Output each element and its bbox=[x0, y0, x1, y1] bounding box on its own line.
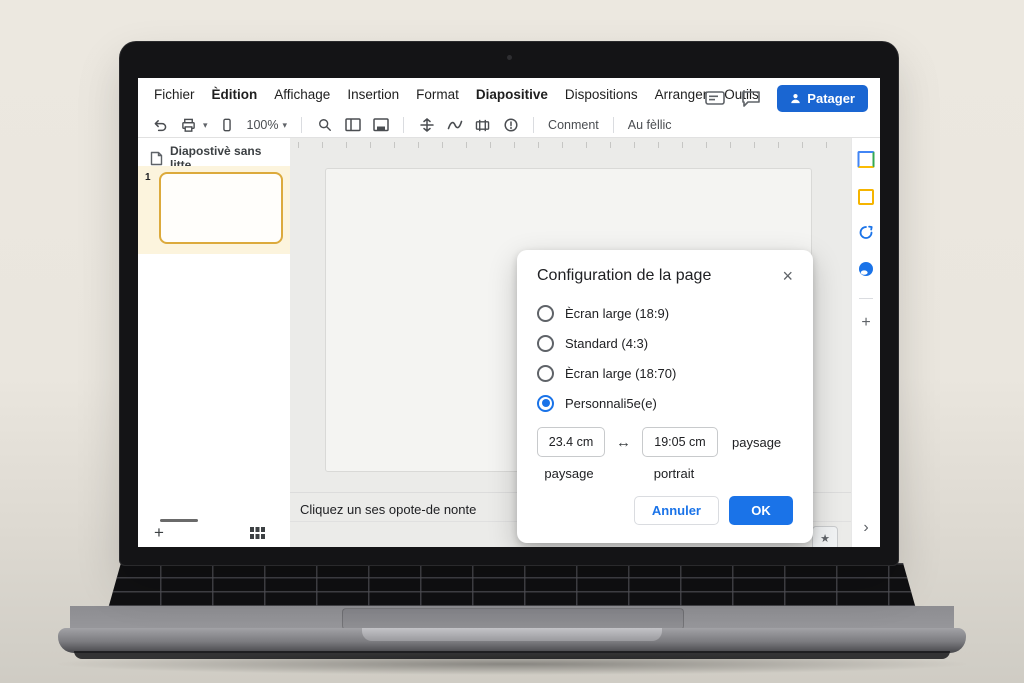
zoom-select[interactable]: 100% ▾ bbox=[247, 118, 288, 132]
filmstrip-sidebar: Diapostivè sans litte 1 + bbox=[138, 138, 291, 547]
menu-bar: Fichier Èdition Affichage Insertion Form… bbox=[154, 87, 759, 102]
cancel-button[interactable]: Annuler bbox=[634, 496, 719, 525]
print-dropdown-caret[interactable]: ▾ bbox=[203, 120, 208, 131]
toolbar: ▾ 100% ▾ bbox=[152, 114, 672, 136]
scene: Fichier Èdition Affichage Insertion Form… bbox=[0, 0, 1024, 683]
document-icon bbox=[150, 151, 163, 166]
radio-option-custom[interactable]: Personnali5e(e) bbox=[537, 388, 793, 418]
width-input[interactable] bbox=[537, 427, 605, 457]
comment-history-icon[interactable] bbox=[705, 91, 725, 107]
present-screen-icon[interactable] bbox=[372, 117, 389, 134]
contacts-icon[interactable] bbox=[859, 262, 873, 276]
clock-icon[interactable] bbox=[502, 117, 519, 134]
radio-icon-selected bbox=[537, 395, 554, 412]
laptop-keyboard bbox=[108, 563, 916, 609]
radio-icon bbox=[537, 305, 554, 322]
menu-affichage[interactable]: Affichage bbox=[274, 87, 330, 102]
keep-icon[interactable] bbox=[858, 189, 874, 205]
slide-thumbnail-row[interactable]: 1 bbox=[138, 166, 290, 254]
comment-mode-label[interactable]: Conment bbox=[548, 118, 599, 132]
get-addons-button[interactable]: + bbox=[861, 314, 870, 332]
editor-canvas-area: A4:21 × 29.7 cm US Letter 8,5 × 11 po A4… bbox=[290, 138, 852, 547]
radio-option-standard-43[interactable]: Standard (4:3) bbox=[537, 328, 793, 358]
toolbar-separator bbox=[403, 117, 404, 133]
laptop-trackpad bbox=[342, 608, 684, 630]
close-icon[interactable]: × bbox=[782, 267, 793, 285]
rail-divider bbox=[859, 298, 873, 299]
page-setup-dialog: Configuration de la page × Ècran large (… bbox=[517, 250, 813, 543]
header-actions: Patager bbox=[705, 85, 868, 112]
aspect-options: Ècran large (18:9) Standard (4:3) Ècran … bbox=[537, 298, 793, 418]
toolbar-separator bbox=[301, 117, 302, 133]
star-icon: ★ bbox=[820, 532, 830, 545]
new-slide-button[interactable]: + bbox=[154, 523, 164, 543]
undo-icon[interactable] bbox=[152, 117, 169, 134]
chevron-right-icon[interactable]: › bbox=[863, 519, 868, 537]
laptop-front-lip bbox=[58, 628, 966, 653]
width-height-arrow-icon: ↔ bbox=[616, 434, 631, 451]
slides-app-window: Fichier Èdition Affichage Insertion Form… bbox=[138, 78, 880, 547]
explore-button[interactable]: ★ bbox=[812, 526, 838, 547]
toolbar-separator bbox=[613, 117, 614, 133]
laptop-shadow bbox=[50, 653, 974, 675]
menu-insertion[interactable]: Insertion bbox=[347, 87, 399, 102]
menu-format[interactable]: Format bbox=[416, 87, 459, 102]
custom-dimensions-row: ↔ paysage bbox=[537, 427, 793, 457]
menu-edition[interactable]: Èdition bbox=[212, 87, 258, 102]
toolbar-separator bbox=[533, 117, 534, 133]
radio-option-widescreen-189[interactable]: Ècran large (18:9) bbox=[537, 298, 793, 328]
share-button[interactable]: Patager bbox=[777, 85, 868, 112]
person-icon bbox=[790, 93, 801, 104]
menu-diapositive[interactable]: Diapositive bbox=[476, 87, 548, 102]
dimension-captions: paysage portrait bbox=[537, 466, 793, 481]
zoom-caret: ▾ bbox=[283, 120, 288, 131]
zoom-value: 100% bbox=[247, 118, 279, 132]
print-icon[interactable] bbox=[180, 117, 197, 134]
share-button-label: Patager bbox=[807, 91, 855, 106]
height-caption: portrait bbox=[638, 466, 710, 481]
status-label: Au fèllic bbox=[628, 118, 672, 132]
menu-dispositions[interactable]: Dispositions bbox=[565, 87, 638, 102]
layout-panel-icon[interactable] bbox=[344, 117, 361, 134]
speaker-notes-placeholder[interactable]: Cliquez un ses opote-de nonte bbox=[300, 502, 476, 517]
laptop-notch bbox=[362, 628, 662, 641]
webcam-dot bbox=[507, 55, 512, 60]
calendar-icon[interactable] bbox=[858, 151, 875, 168]
orientation-label: paysage bbox=[732, 435, 781, 450]
dialog-title: Configuration de la page bbox=[537, 267, 711, 285]
ok-button[interactable]: OK bbox=[729, 496, 793, 525]
radio-icon bbox=[537, 335, 554, 352]
horizontal-ruler bbox=[298, 142, 844, 148]
height-input[interactable] bbox=[642, 427, 718, 457]
grid-view-icon[interactable] bbox=[250, 527, 265, 539]
radio-icon bbox=[537, 365, 554, 382]
width-caption: paysage bbox=[537, 466, 601, 481]
menu-arranger[interactable]: Arranger bbox=[655, 87, 708, 102]
slide-thumbnail[interactable] bbox=[159, 172, 283, 244]
slide-number: 1 bbox=[145, 172, 151, 183]
comment-bubble-icon[interactable] bbox=[741, 91, 761, 107]
side-panel-rail: + › bbox=[851, 138, 880, 547]
zoom-tool-icon[interactable] bbox=[316, 117, 333, 134]
select-tool-icon[interactable] bbox=[418, 117, 435, 134]
menu-fichier[interactable]: Fichier bbox=[154, 87, 195, 102]
curve-line-icon[interactable] bbox=[446, 117, 463, 134]
tasks-icon[interactable] bbox=[859, 225, 874, 240]
shape-insert-icon[interactable] bbox=[474, 117, 491, 134]
horizontal-scrollbar[interactable] bbox=[160, 519, 198, 522]
device-preview-icon[interactable] bbox=[219, 117, 236, 134]
radio-option-widescreen-1870[interactable]: Ècran large (18:70) bbox=[537, 358, 793, 388]
